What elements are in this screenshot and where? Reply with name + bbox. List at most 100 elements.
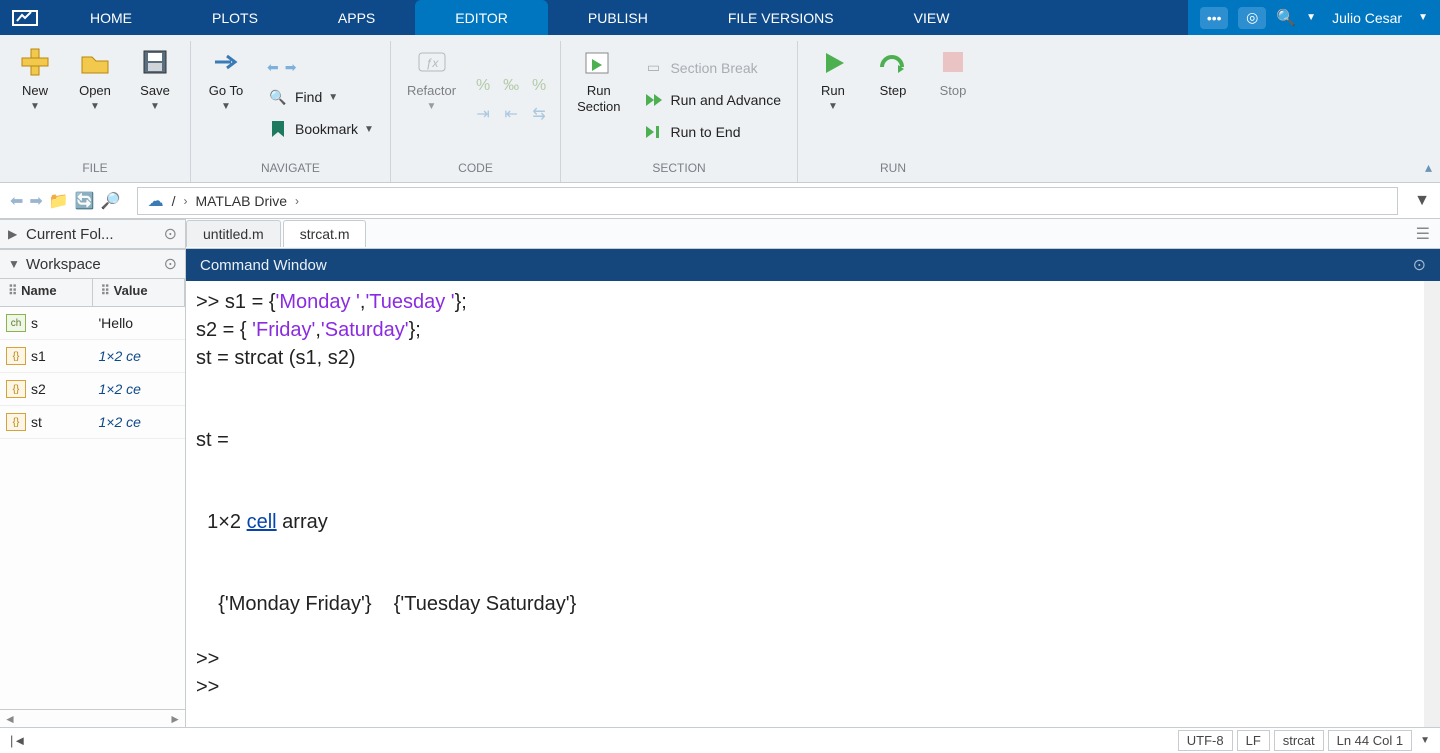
back-arrow-icon[interactable]: ⬅ (267, 59, 279, 76)
new-button[interactable]: New ▼ (10, 41, 60, 158)
current-folder-header[interactable]: ▶ Current Fol... ⊙ (0, 219, 185, 249)
refresh-icon[interactable]: 🔄 (75, 191, 95, 211)
step-button[interactable]: Step (868, 41, 918, 158)
editor-tab-strcat[interactable]: strcat.m (283, 220, 367, 247)
tab-home[interactable]: HOME (50, 0, 172, 35)
col-name[interactable]: ⠿ Name (0, 279, 93, 306)
workspace-row[interactable]: {}st1×2 ce (0, 406, 185, 439)
collapse-toolstrip-icon[interactable]: ▴ (1425, 159, 1432, 176)
smart-indent-icon[interactable]: ⇆ (528, 103, 550, 125)
chevron-right-icon[interactable]: › (295, 194, 299, 208)
col-value[interactable]: ⠿ Value (93, 279, 186, 306)
run-label: Run (821, 83, 845, 99)
status-bar: |◄ UTF-8 LF strcat Ln 44 Col 1 ▼ (0, 727, 1440, 753)
goto-button[interactable]: Go To ▼ (201, 41, 251, 158)
cell-var-icon: {} (6, 413, 26, 431)
stop-icon (934, 43, 972, 81)
forward-arrow-icon[interactable]: ➡ (285, 59, 297, 76)
toolstrip: New ▼ Open ▼ Save ▼ FILE Go To ▼ (0, 35, 1440, 183)
refactor-button[interactable]: ƒx Refactor ▼ (401, 41, 462, 158)
tab-file-versions[interactable]: FILE VERSIONS (688, 0, 874, 35)
group-label-navigate: NAVIGATE (201, 158, 380, 178)
top-menu-bar: HOME PLOTS APPS EDITOR PUBLISH FILE VERS… (0, 0, 1440, 35)
address-bar: ⬅ ➡ 📁 🔄 🔎 ☁ / › MATLAB Drive › ▼ (0, 183, 1440, 219)
dropdown-icon: ▼ (427, 101, 437, 112)
status-function[interactable]: strcat (1274, 730, 1324, 751)
status-position[interactable]: Ln 44 Col 1 (1328, 730, 1413, 751)
dropdown-icon: ▼ (90, 101, 100, 112)
user-dropdown-icon[interactable]: ▼ (1418, 12, 1428, 23)
outdent-icon[interactable]: ⇤ (500, 103, 522, 125)
target-icon[interactable]: ◎ (1238, 7, 1266, 29)
tab-view[interactable]: VIEW (874, 0, 990, 35)
cell-var-icon: {} (6, 347, 26, 365)
tab-apps[interactable]: APPS (298, 0, 415, 35)
panel-close-icon[interactable]: ⊙ (164, 224, 177, 244)
browse-forward-icon[interactable]: ➡ (29, 191, 42, 211)
refactor-label: Refactor (407, 83, 456, 99)
workspace-row[interactable]: {}s11×2 ce (0, 340, 185, 373)
panel-close-icon[interactable]: ⊙ (1413, 255, 1426, 275)
search-icon[interactable]: 🔍 (1276, 8, 1296, 28)
browse-back-icon[interactable]: ⬅ (10, 191, 23, 211)
workspace-row[interactable]: {}s21×2 ce (0, 373, 185, 406)
bookmark-label: Bookmark (295, 121, 358, 137)
dropdown-icon: ▼ (150, 101, 160, 112)
path-root[interactable]: / (172, 193, 176, 209)
goto-start-icon[interactable]: |◄ (10, 733, 26, 748)
wrap-comment-icon[interactable]: % (528, 75, 550, 97)
cell-link[interactable]: cell (247, 511, 277, 533)
matlab-logo-icon (0, 0, 50, 35)
status-dropdown-icon[interactable]: ▼ (1416, 735, 1434, 746)
search-dropdown-icon[interactable]: ▼ (1306, 12, 1316, 23)
panel-close-icon[interactable]: ⊙ (164, 254, 177, 274)
section-break-button[interactable]: ▭ Section Break (636, 54, 787, 82)
group-label-run: RUN (808, 158, 978, 178)
status-lineend[interactable]: LF (1237, 730, 1270, 751)
top-tabs: HOME PLOTS APPS EDITOR PUBLISH FILE VERS… (50, 0, 1188, 35)
tab-plots[interactable]: PLOTS (172, 0, 298, 35)
locate-icon[interactable]: 🔎 (101, 191, 121, 211)
run-section-button[interactable]: Run Section (571, 41, 626, 158)
uncomment-icon[interactable]: ‰ (500, 75, 522, 97)
current-folder-title: Current Fol... (26, 226, 114, 243)
workspace-row[interactable]: chs'Hello (0, 307, 185, 340)
more-icon[interactable]: ••• (1200, 7, 1228, 29)
run-advance-button[interactable]: Run and Advance (636, 86, 787, 114)
save-button[interactable]: Save ▼ (130, 41, 180, 158)
editor-tab-untitled[interactable]: untitled.m (186, 220, 281, 247)
fx-icon: ƒx (413, 43, 451, 81)
command-window-scrollbar[interactable] (1424, 281, 1440, 727)
status-right: UTF-8 LF strcat Ln 44 Col 1 ▼ (1172, 730, 1440, 751)
run-to-end-icon (642, 121, 664, 143)
dropdown-icon: ▼ (221, 101, 231, 112)
status-encoding[interactable]: UTF-8 (1178, 730, 1233, 751)
right-pane: untitled.m strcat.m ☰ Command Window ⊙ >… (186, 219, 1440, 727)
command-window-header: Command Window ⊙ (186, 249, 1440, 281)
tab-publish[interactable]: PUBLISH (548, 0, 688, 35)
workspace-title: Workspace (26, 256, 101, 273)
save-label: Save (140, 83, 170, 99)
chevron-right-icon[interactable]: › (183, 194, 187, 208)
workspace-header[interactable]: ▼ Workspace ⊙ (0, 249, 185, 279)
run-to-end-label: Run to End (670, 124, 740, 140)
run-button[interactable]: Run ▼ (808, 41, 858, 158)
play-icon (814, 43, 852, 81)
path-folder[interactable]: MATLAB Drive (195, 193, 287, 209)
tab-editor[interactable]: EDITOR (415, 0, 548, 35)
left-scrollbar[interactable]: ◄► (0, 709, 185, 727)
run-to-end-button[interactable]: Run to End (636, 118, 787, 146)
up-folder-icon[interactable]: 📁 (49, 191, 69, 211)
address-dropdown-icon[interactable]: ▼ (1404, 192, 1440, 210)
command-window-body[interactable]: >> s1 = {'Monday ','Tuesday '}; s2 = { '… (186, 281, 1440, 727)
find-button[interactable]: 🔍 Find ▼ (261, 83, 380, 111)
address-path[interactable]: ☁ / › MATLAB Drive › (137, 187, 1399, 215)
indent-icon[interactable]: ⇥ (472, 103, 494, 125)
open-button[interactable]: Open ▼ (70, 41, 120, 158)
group-label-file: FILE (10, 158, 180, 178)
user-name[interactable]: Julio Cesar (1326, 10, 1408, 26)
stop-button[interactable]: Stop (928, 41, 978, 158)
bookmark-button[interactable]: Bookmark ▼ (261, 115, 380, 143)
editor-options-icon[interactable]: ☰ (1406, 224, 1440, 244)
comment-icon[interactable]: % (472, 75, 494, 97)
